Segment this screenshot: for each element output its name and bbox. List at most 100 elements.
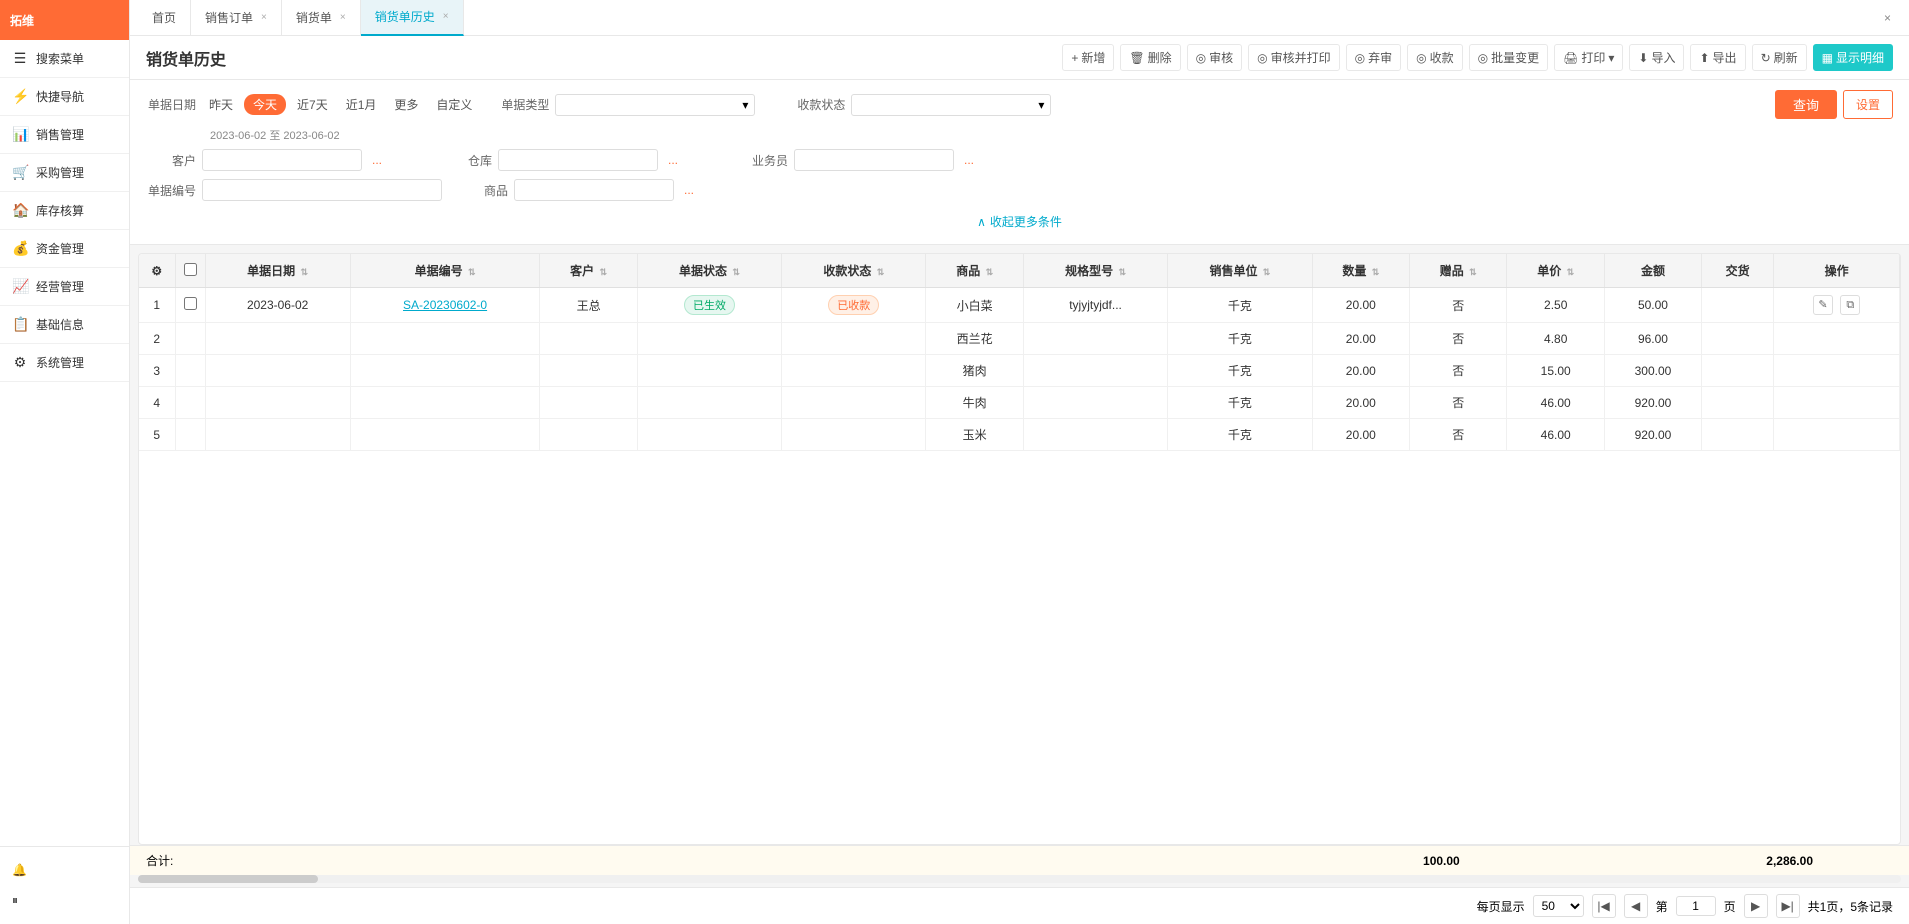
th-doc-status[interactable]: 单据状态 ⇅ — [637, 254, 781, 288]
th-spec-type[interactable]: 规格型号 ⇅ — [1023, 254, 1167, 288]
sidebar-item-label: 系统管理 — [36, 354, 84, 371]
abandon-button[interactable]: ◎ 弃审 — [1346, 44, 1402, 71]
sidebar-item-sales-mgmt[interactable]: 📊 销售管理 — [0, 116, 129, 154]
sidebar-bottom-item-2[interactable]: ⏸ — [0, 885, 129, 916]
edit-button[interactable]: ✎ — [1813, 295, 1833, 315]
sidebar-bottom-item-1[interactable]: 🔔 — [0, 855, 129, 885]
th-checkbox[interactable] — [175, 254, 205, 288]
sidebar-item-label: 销售管理 — [36, 126, 84, 143]
th-quantity[interactable]: 数量 ⇅ — [1312, 254, 1409, 288]
cell-checkbox[interactable] — [175, 355, 205, 387]
tab-sales-order[interactable]: 销售订单 × — [191, 0, 282, 36]
customer-ellipsis[interactable]: ... — [368, 153, 386, 167]
cell-checkbox[interactable] — [175, 323, 205, 355]
sidebar-item-system-mgmt[interactable]: ⚙ 系统管理 — [0, 344, 129, 382]
abandon-icon: ◎ — [1355, 51, 1365, 65]
cell-spec-type: tyjyjtyjdf... — [1023, 288, 1167, 323]
sort-arrows-doc-no: ⇅ — [468, 267, 476, 277]
th-doc-date[interactable]: 单据日期 ⇅ — [205, 254, 350, 288]
tab-sales-goods[interactable]: 销货单 × — [282, 0, 361, 36]
cell-row-num: 3 — [139, 355, 175, 387]
cell-checkbox[interactable] — [175, 387, 205, 419]
cell-quantity: 20.00 — [1312, 419, 1409, 451]
sidebar-item-quick-nav[interactable]: ⚡ 快捷导航 — [0, 78, 129, 116]
tab-sales-order-close[interactable]: × — [261, 12, 267, 23]
cell-quantity: 20.00 — [1312, 355, 1409, 387]
cell-operation — [1774, 355, 1900, 387]
query-button[interactable]: 查询 — [1775, 90, 1837, 119]
sidebar-item-inventory-calc[interactable]: 🏠 库存核算 — [0, 192, 129, 230]
abandon-label: 弃审 — [1368, 49, 1392, 66]
date-btn-custom[interactable]: 自定义 — [429, 93, 479, 116]
filter-settings-button[interactable]: 设置 — [1843, 90, 1893, 119]
salesperson-input[interactable] — [794, 149, 954, 171]
tab-sales-history-close[interactable]: × — [443, 11, 449, 22]
goods-ellipsis[interactable]: ... — [680, 183, 698, 197]
collect-status-select[interactable]: ▾ — [851, 94, 1051, 116]
tab-sales-history[interactable]: 销货单历史 × — [361, 0, 464, 36]
show-detail-button[interactable]: ▦ 显示明细 — [1813, 44, 1893, 71]
first-page-button[interactable]: |◀ — [1592, 894, 1616, 918]
th-unit-price[interactable]: 单价 ⇅ — [1507, 254, 1604, 288]
cell-doc-status — [637, 419, 781, 451]
refresh-button[interactable]: ↻ 刷新 — [1752, 44, 1807, 71]
th-sale-unit[interactable]: 销售单位 ⇅ — [1168, 254, 1312, 288]
collect-button[interactable]: ◎ 收款 — [1407, 44, 1463, 71]
select-all-checkbox[interactable] — [184, 263, 197, 276]
th-collect-status[interactable]: 收款状态 ⇅ — [782, 254, 926, 288]
date-btn-1month[interactable]: 近1月 — [339, 93, 384, 116]
sidebar-item-operation-mgmt[interactable]: 📈 经营管理 — [0, 268, 129, 306]
table-row: 2 西兰花 千克 20.00 否 4.80 96.00 — [139, 323, 1900, 355]
date-btn-today[interactable]: 今天 — [244, 94, 286, 115]
customer-input[interactable] — [202, 149, 362, 171]
doc-type-select[interactable]: ▾ — [555, 94, 755, 116]
th-goods[interactable]: 商品 ⇅ — [926, 254, 1023, 288]
copy-button[interactable]: ⧉ — [1840, 295, 1860, 315]
table-area: ⚙ 单据日期 ⇅ 单据编号 ⇅ 客户 ⇅ — [138, 253, 1901, 845]
doc-no-link[interactable]: SA-20230602-0 — [403, 298, 487, 312]
sidebar-item-search-menu[interactable]: ☰ 搜索菜单 — [0, 40, 129, 78]
page-number-input[interactable] — [1676, 896, 1716, 916]
export-button[interactable]: ⬆ 导出 — [1690, 44, 1745, 71]
per-page-select[interactable]: 50 100 200 — [1533, 895, 1584, 917]
batch-change-button[interactable]: ◎ 批量变更 — [1469, 44, 1549, 71]
tab-home[interactable]: 首页 — [138, 0, 191, 36]
audit-print-button[interactable]: ◎ 审核并打印 — [1248, 44, 1340, 71]
filter-area: 单据日期 昨天 今天 近7天 近1月 更多 自定义 单据类型 ▾ — [130, 80, 1909, 245]
scrollbar-thumb[interactable] — [138, 875, 318, 883]
next-page-button[interactable]: ▶ — [1744, 894, 1768, 918]
doc-no-input[interactable] — [202, 179, 442, 201]
import-button[interactable]: ⬇ 导入 — [1629, 44, 1684, 71]
cell-checkbox[interactable] — [175, 288, 205, 323]
row-checkbox[interactable] — [184, 297, 197, 310]
add-button[interactable]: + 新增 — [1062, 44, 1114, 71]
tab-sales-goods-close[interactable]: × — [340, 12, 346, 23]
delete-button[interactable]: 🗑 删除 — [1120, 44, 1180, 71]
goods-label: 商品 — [458, 182, 508, 199]
print-button[interactable]: 🖨 打印 ▾ — [1554, 44, 1623, 71]
th-customer[interactable]: 客户 ⇅ — [540, 254, 637, 288]
warehouse-ellipsis[interactable]: ... — [664, 153, 682, 167]
th-doc-no[interactable]: 单据编号 ⇅ — [350, 254, 540, 288]
date-btn-more[interactable]: 更多 — [387, 93, 425, 116]
salesperson-ellipsis[interactable]: ... — [960, 153, 978, 167]
th-operation: 操作 — [1774, 254, 1900, 288]
sidebar-item-fund-mgmt[interactable]: 💰 资金管理 — [0, 230, 129, 268]
th-gear[interactable]: ⚙ — [139, 254, 175, 288]
collapse-button[interactable]: ∧ 收起更多条件 — [146, 209, 1893, 234]
sidebar-item-purchase-mgmt[interactable]: 🛒 采购管理 — [0, 154, 129, 192]
audit-button[interactable]: ◎ 审核 — [1187, 44, 1243, 71]
date-btn-7days[interactable]: 近7天 — [290, 93, 335, 116]
warehouse-input[interactable] — [498, 149, 658, 171]
sidebar-item-basic-info[interactable]: 📋 基础信息 — [0, 306, 129, 344]
last-page-button[interactable]: ▶| — [1776, 894, 1800, 918]
horizontal-scrollbar[interactable] — [138, 875, 1901, 883]
cell-checkbox[interactable] — [175, 419, 205, 451]
th-gift[interactable]: 赠品 ⇅ — [1410, 254, 1507, 288]
date-btn-yesterday[interactable]: 昨天 — [202, 93, 240, 116]
sidebar-item-label: 基础信息 — [36, 316, 84, 333]
cell-goods: 西兰花 — [926, 323, 1023, 355]
goods-input[interactable] — [514, 179, 674, 201]
prev-page-button[interactable]: ◀ — [1624, 894, 1648, 918]
tab-bar-close-button[interactable]: × — [1874, 11, 1901, 25]
